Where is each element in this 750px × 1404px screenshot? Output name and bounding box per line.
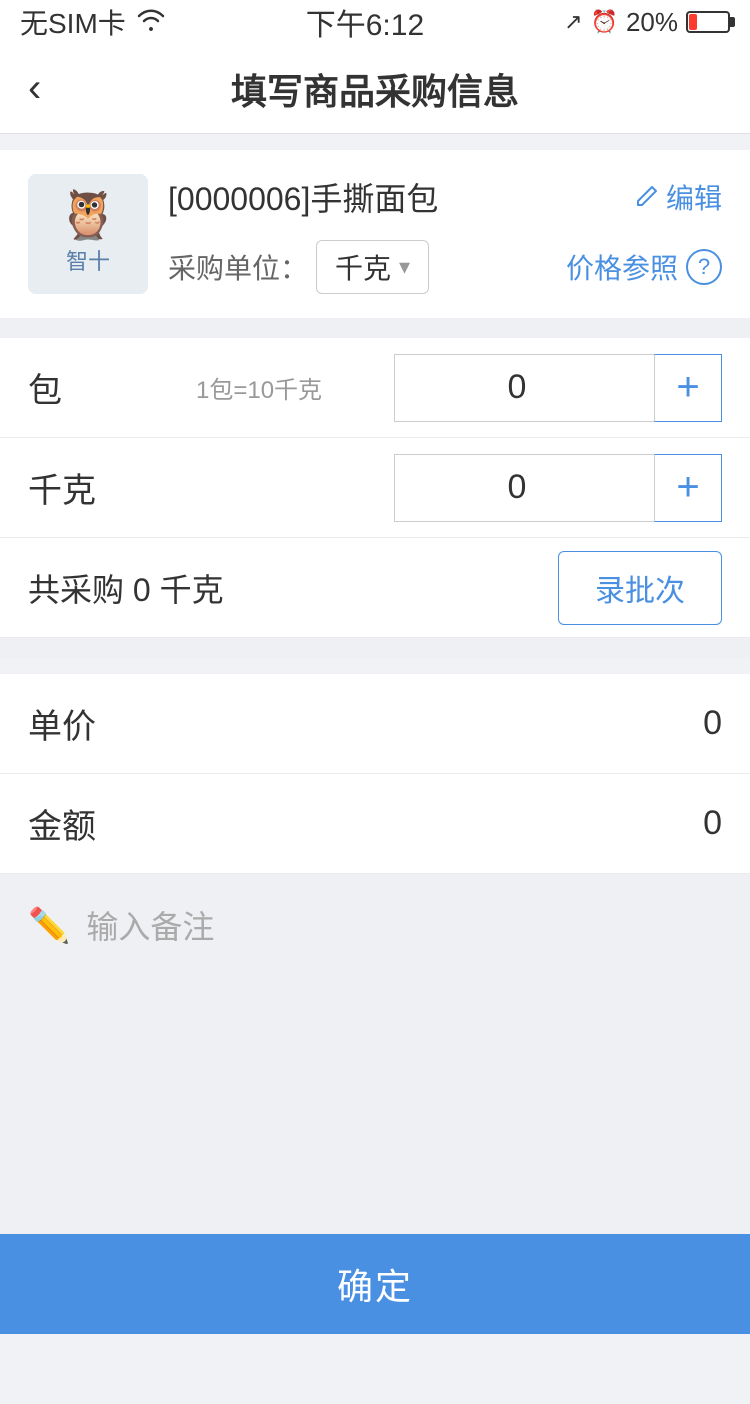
input-section: 包 1包=10千克 + 千克 + 共采购 0 千克 录批次 [0,338,750,638]
record-batch-button[interactable]: 录批次 [558,551,722,625]
carrier-text: 无SIM卡 [20,2,126,42]
product-name: [0000006]手撕面包 [168,174,438,220]
amount-row: 金额 0 [0,774,750,874]
summary-text: 共采购 0 千克 [28,565,224,611]
kg-plus-button[interactable]: + [654,454,722,522]
unit-value: 千克 [335,247,391,287]
status-bar: 无SIM卡 下午6:12 ↗ ⏰ 20% [0,0,750,44]
pencil-icon: ✏️ [28,906,70,946]
nav-bar: ‹ 填写商品采购信息 [0,44,750,134]
edit-label: 编辑 [666,177,722,217]
notes-placeholder: 输入备注 [86,902,214,948]
status-time: 下午6:12 [306,0,424,44]
unit-price-label: 单价 [28,699,96,748]
bao-input-row: 包 1包=10千克 + [0,338,750,438]
price-section: 单价 0 金额 0 [0,674,750,874]
product-thumbnail: 🦉 智十 [28,174,148,294]
product-card: 🦉 智十 [0000006]手撕面包 编辑 采购单位： 千克 ▾ [0,150,750,318]
confirm-button[interactable]: 确定 [0,1234,750,1334]
alarm-icon: ⏰ [591,9,618,35]
edit-button[interactable]: 编辑 [632,177,722,217]
thumb-brand-label: 智十 [66,244,110,276]
bao-sublabel: 1包=10千克 [196,370,322,405]
section-divider-2 [0,638,750,658]
unit-price-row: 单价 0 [0,674,750,774]
product-info: [0000006]手撕面包 编辑 采购单位： 千克 ▾ 价格 [168,174,722,294]
battery-percent: 20% [626,7,678,38]
section-divider-1 [0,318,750,338]
battery-icon [686,11,730,33]
price-ref-button[interactable]: 价格参照 ? [566,247,722,287]
summary-row: 共采购 0 千克 录批次 [0,538,750,638]
thumb-owl-icon: 🦉 [58,192,118,240]
confirm-label: 确定 [337,1258,413,1310]
amount-label: 金额 [28,799,96,848]
back-button[interactable]: ‹ [28,66,41,111]
edit-icon [632,183,660,211]
kg-input-row: 千克 + [0,438,750,538]
location-icon: ↗ [564,9,582,35]
bao-label: 包 [28,363,188,412]
notes-section[interactable]: ✏️ 输入备注 [0,874,750,1294]
price-ref-label: 价格参照 [566,247,678,287]
dropdown-arrow-icon: ▾ [399,254,410,280]
bao-plus-button[interactable]: + [654,354,722,422]
unit-price-value: 0 [703,704,722,743]
kg-input[interactable] [394,454,654,522]
bao-input[interactable] [394,354,654,422]
status-right: ↗ ⏰ 20% [564,7,730,38]
unit-select[interactable]: 千克 ▾ [316,240,429,294]
help-icon: ? [686,249,722,285]
kg-label: 千克 [28,463,188,512]
status-left: 无SIM卡 [20,2,166,42]
amount-value: 0 [703,804,722,843]
wifi-icon [136,6,166,38]
page-title: 填写商品采购信息 [231,63,519,115]
unit-label: 采购单位： [168,247,308,287]
